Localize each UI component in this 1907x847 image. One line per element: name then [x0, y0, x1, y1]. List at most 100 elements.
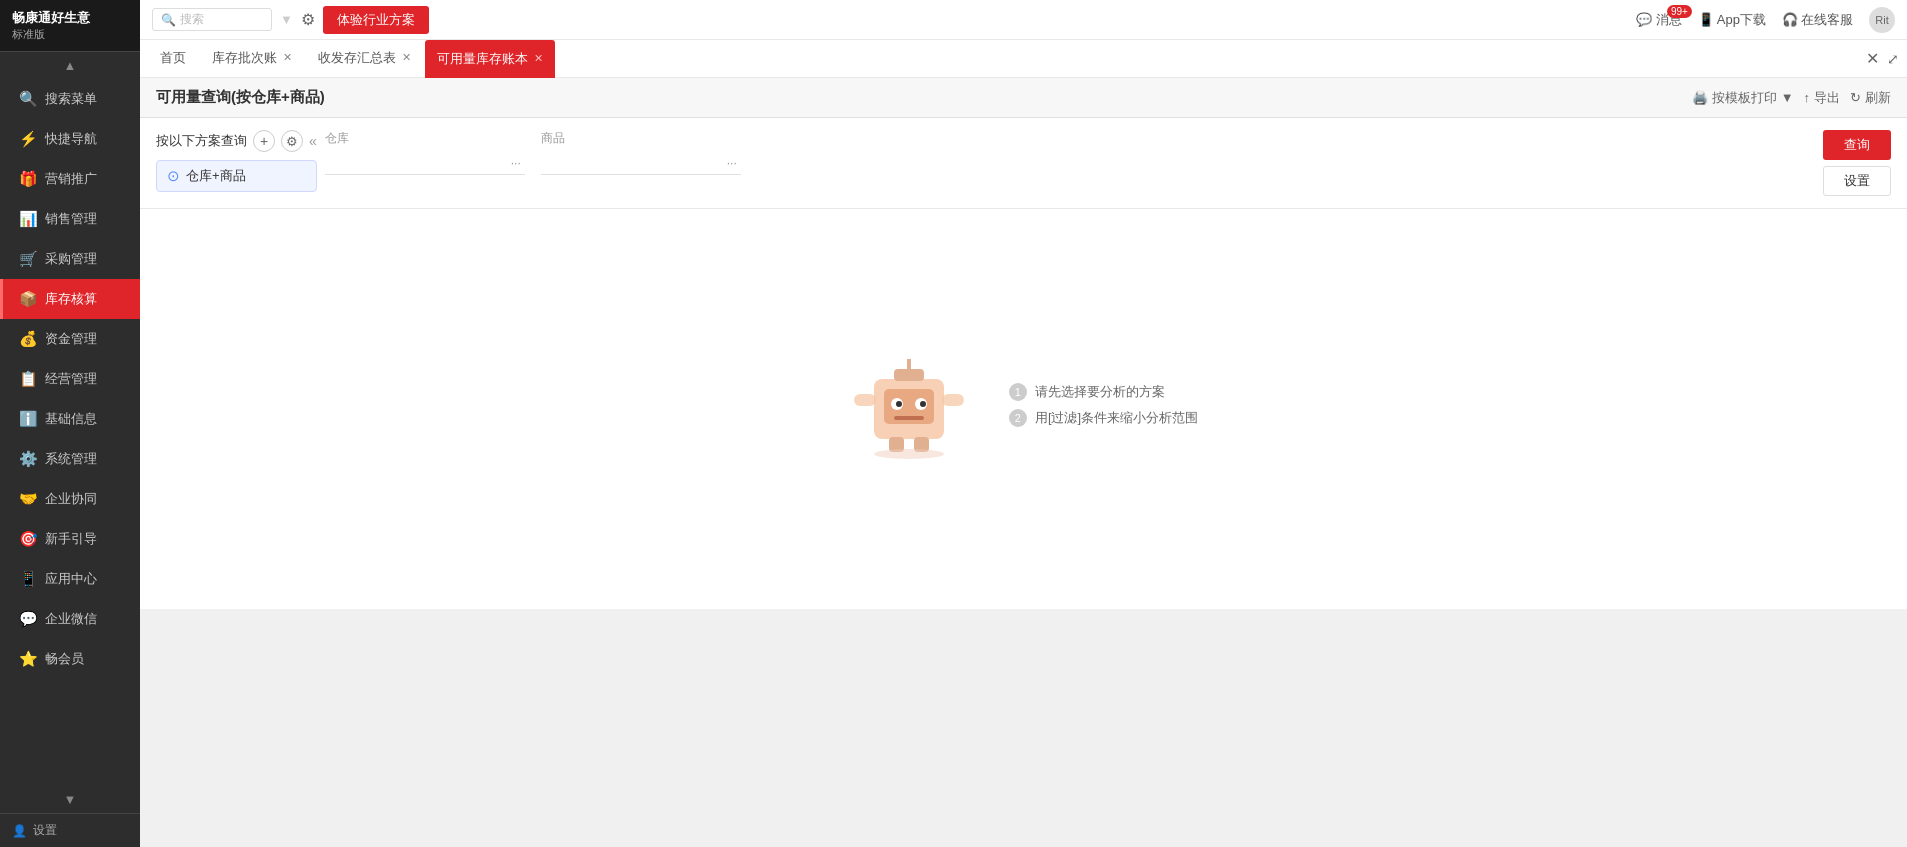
sidebar-label-6: 资金管理 — [45, 330, 97, 348]
scheme-label: 仓库+商品 — [186, 167, 246, 185]
close-all-tabs-btn[interactable]: ✕ — [1866, 49, 1879, 68]
tab-close-1[interactable]: ✕ — [283, 51, 292, 64]
empty-content: 1 请先选择要分析的方案 2 用[过滤]条件来缩小分析范围 — [849, 279, 1198, 539]
phone-icon: 📱 — [1698, 12, 1714, 27]
tab-label-0: 首页 — [160, 49, 186, 67]
sidebar-icon-10: 🤝 — [19, 490, 37, 508]
refresh-icon: ↻ — [1850, 90, 1861, 105]
sidebar-label-11: 新手引导 — [45, 530, 97, 548]
sidebar-scroll-down[interactable]: ▼ — [0, 786, 140, 813]
print-btn[interactable]: 🖨️ 按模板打印 ▼ — [1692, 89, 1794, 107]
expand-tab-btn[interactable]: ⤢ — [1887, 51, 1899, 67]
filter-add-btn[interactable]: + — [253, 130, 275, 152]
sidebar-label-10: 企业协同 — [45, 490, 97, 508]
sidebar-item-13[interactable]: 💬企业微信 — [0, 599, 140, 639]
tab-label-3: 可用量库存账本 — [437, 50, 528, 68]
filter-scheme-option[interactable]: ⊙ 仓库+商品 — [156, 160, 317, 192]
step-1-text: 请先选择要分析的方案 — [1035, 383, 1165, 401]
sidebar-icon-4: 🛒 — [19, 250, 37, 268]
warehouse-input[interactable] — [329, 155, 507, 170]
sidebar-label-7: 经营管理 — [45, 370, 97, 388]
sidebar-icon-13: 💬 — [19, 610, 37, 628]
topbar-search[interactable]: 🔍 搜索 — [152, 8, 272, 31]
sidebar-icon-8: ℹ️ — [19, 410, 37, 428]
sidebar-icon-6: 💰 — [19, 330, 37, 348]
sidebar-label-4: 采购管理 — [45, 250, 97, 268]
filter-fields: 仓库 ··· 商品 ··· — [325, 130, 1815, 175]
tabs-container: 首页库存批次账✕收发存汇总表✕ 可用量库存账本 ✕ — [148, 40, 1864, 78]
settings-icon[interactable]: ⚙ — [301, 10, 315, 29]
sidebar-label-3: 销售管理 — [45, 210, 97, 228]
filter-collapse-btn[interactable]: « — [309, 133, 317, 149]
sidebar-item-1[interactable]: ⚡快捷导航 — [0, 119, 140, 159]
product-more-btn[interactable]: ··· — [727, 156, 737, 170]
sidebar-item-8[interactable]: ℹ️基础信息 — [0, 399, 140, 439]
product-input-container[interactable]: ··· — [541, 151, 741, 175]
export-btn[interactable]: ↑ 导出 — [1804, 89, 1841, 107]
sidebar-label-12: 应用中心 — [45, 570, 97, 588]
topbar-right: 💬 消息 99+ 📱 App下载 🎧 在线客服 Rit — [1636, 7, 1895, 33]
filter-actions: 查询 设置 — [1823, 130, 1891, 196]
sidebar-scroll-up[interactable]: ▲ — [0, 52, 140, 79]
sidebar-item-3[interactable]: 📊 销售管理 — [0, 199, 140, 239]
product-input[interactable] — [545, 155, 723, 170]
settings-btn[interactable]: 设置 — [1823, 166, 1891, 196]
message-btn[interactable]: 💬 消息 99+ — [1636, 11, 1682, 29]
sidebar-icon-11: 🎯 — [19, 530, 37, 548]
sidebar-item-14[interactable]: ⭐畅会员 — [0, 639, 140, 679]
sidebar-item-4[interactable]: 🛒 采购管理 — [0, 239, 140, 279]
filter-field-product: 商品 ··· — [541, 130, 741, 175]
sidebar-item-10[interactable]: 🤝 企业协同 — [0, 479, 140, 519]
tab-0[interactable]: 首页 — [148, 40, 198, 78]
warehouse-more-btn[interactable]: ··· — [511, 156, 521, 170]
refresh-btn[interactable]: ↻ 刷新 — [1850, 89, 1891, 107]
sidebar-item-0[interactable]: 🔍搜索菜单 — [0, 79, 140, 119]
empty-step-1: 1 请先选择要分析的方案 — [1009, 383, 1198, 401]
sidebar-item-7[interactable]: 📋经营管理 — [0, 359, 140, 399]
app-download-btn[interactable]: 📱 App下载 — [1698, 11, 1766, 29]
sidebar-item-2[interactable]: 🎁营销推广 — [0, 159, 140, 199]
sidebar-item-12[interactable]: 📱 应用中心 — [0, 559, 140, 599]
sidebar-label-0: 搜索菜单 — [45, 90, 97, 108]
svg-rect-9 — [854, 394, 876, 406]
svg-rect-6 — [894, 416, 924, 420]
step-num-2: 2 — [1009, 409, 1027, 427]
step-2-text: 用[过滤]条件来缩小分析范围 — [1035, 409, 1198, 427]
filter-label-row: 按以下方案查询 + ⚙ « — [156, 130, 317, 152]
main-content: 🔍 搜索 ▼ ⚙ 体验行业方案 💬 消息 99+ 📱 App下载 🎧 在线客服 … — [140, 0, 1907, 847]
trial-btn[interactable]: 体验行业方案 — [323, 6, 429, 34]
search-icon: 🔍 — [161, 13, 176, 27]
sidebar-nav: 🔍搜索菜单⚡快捷导航🎁营销推广 📊 销售管理 🛒 采购管理 📦库存核算 💰 资金管理 📋经营管理… — [0, 79, 140, 786]
tab-2[interactable]: 收发存汇总表✕ — [306, 40, 423, 78]
tab-close-3[interactable]: ✕ — [534, 52, 543, 65]
sidebar-icon-14: ⭐ — [19, 650, 37, 668]
content-area: 可用量查询(按仓库+商品) 🖨️ 按模板打印 ▼ ↑ 导出 ↻ 刷新 — [140, 78, 1907, 847]
sidebar-label-1: 快捷导航 — [45, 130, 97, 148]
filter-section-label: 按以下方案查询 — [156, 132, 247, 150]
warehouse-input-container[interactable]: ··· — [325, 151, 525, 175]
svg-rect-10 — [942, 394, 964, 406]
product-label: 商品 — [541, 130, 741, 147]
tabs-actions: ✕ ⤢ — [1866, 49, 1899, 68]
user-avatar[interactable]: Rit — [1869, 7, 1895, 33]
headphone-icon: 🎧 — [1782, 12, 1798, 27]
sidebar-icon-3: 📊 — [19, 210, 37, 228]
tab-3[interactable]: 可用量库存账本 ✕ — [425, 40, 555, 78]
sidebar-item-9[interactable]: ⚙️系统管理 — [0, 439, 140, 479]
sidebar-item-6[interactable]: 💰 资金管理 — [0, 319, 140, 359]
filter-scheme-settings-btn[interactable]: ⚙ — [281, 130, 303, 152]
sidebar-item-11[interactable]: 🎯 新手引导 — [0, 519, 140, 559]
sidebar-icon-9: ⚙️ — [19, 450, 37, 468]
svg-point-5 — [920, 401, 926, 407]
sidebar-icon-12: 📱 — [19, 570, 37, 588]
user-name: Rit — [1875, 14, 1888, 26]
message-icon: 💬 — [1636, 12, 1652, 27]
warehouse-label: 仓库 — [325, 130, 525, 147]
sidebar-bottom-action[interactable]: 👤设置 — [0, 813, 140, 847]
online-service-btn[interactable]: 🎧 在线客服 — [1782, 11, 1853, 29]
tab-1[interactable]: 库存批次账✕ — [200, 40, 304, 78]
filter-field-warehouse: 仓库 ··· — [325, 130, 525, 175]
tab-close-2[interactable]: ✕ — [402, 51, 411, 64]
sidebar-item-5[interactable]: 📦库存核算 — [0, 279, 140, 319]
query-btn[interactable]: 查询 — [1823, 130, 1891, 160]
